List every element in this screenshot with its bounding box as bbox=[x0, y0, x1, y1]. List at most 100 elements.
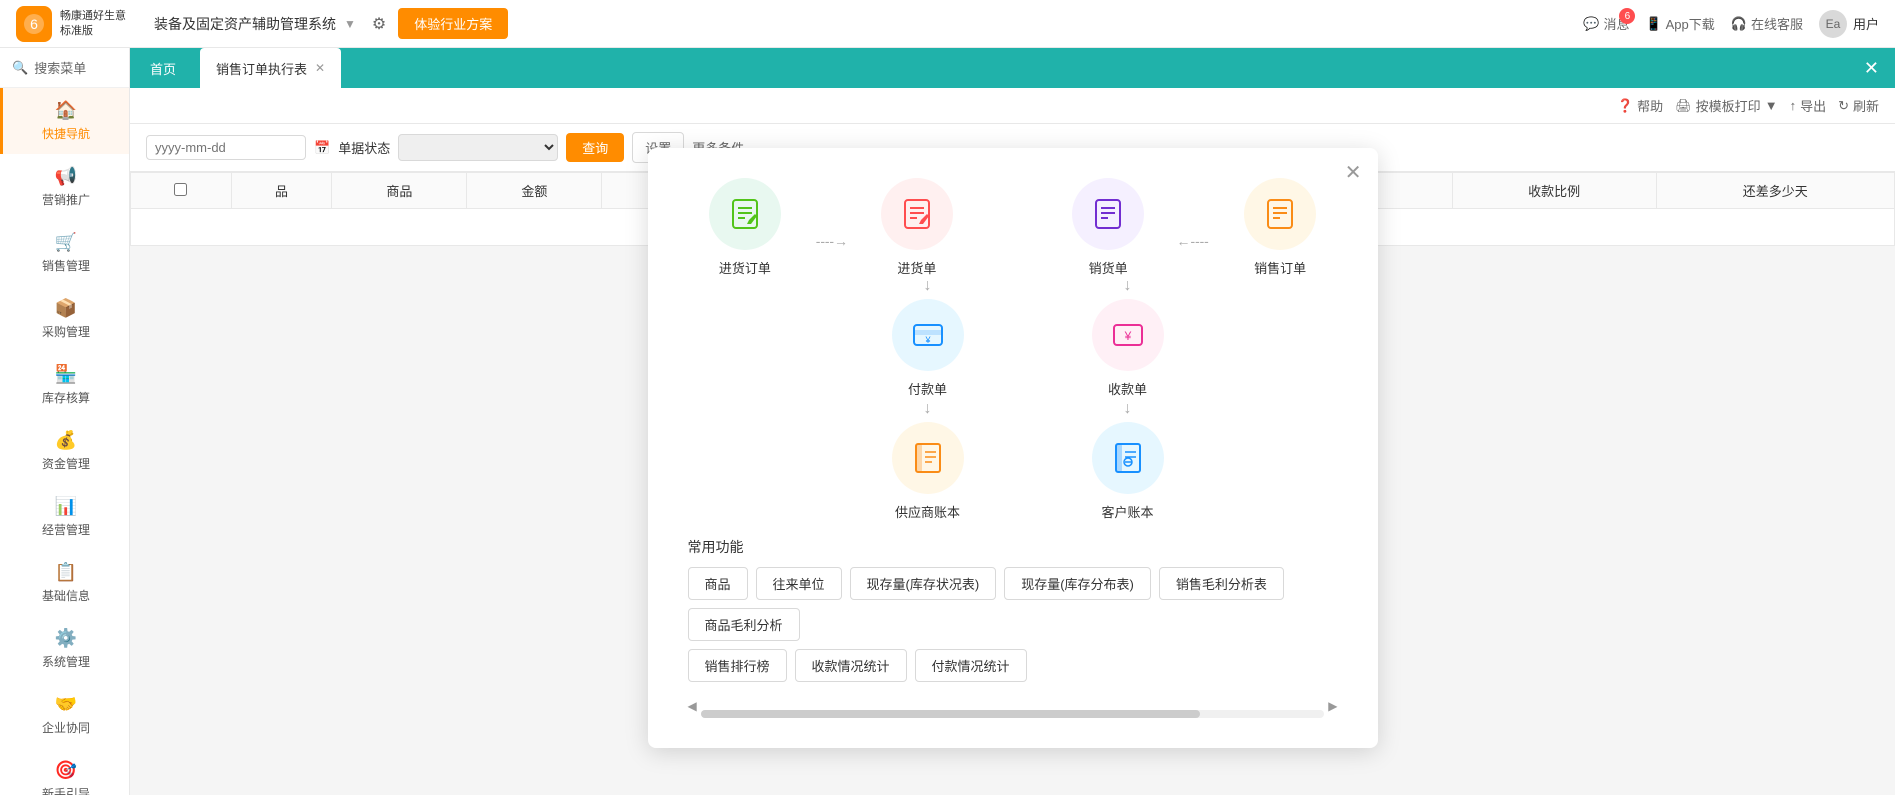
finance-icon: 💰 bbox=[55, 430, 77, 451]
flow-node-sales-bill[interactable]: 销货单 bbox=[1051, 178, 1166, 277]
top-bar: 6 畅康通好生意 标准版 装备及固定资产辅助管理系统 ▼ ⚙ 体验行业方案 💬 … bbox=[0, 0, 1895, 48]
logo-text: 畅康通好生意 标准版 bbox=[60, 9, 126, 38]
sidebar-item-sales[interactable]: 🛒 销售管理 bbox=[0, 220, 129, 286]
supplier-ledger-icon bbox=[892, 422, 964, 494]
gear-icon[interactable]: ⚙ bbox=[372, 14, 386, 34]
arrow-sales-order-to-bill: - - - - → bbox=[1165, 233, 1222, 249]
modal-scroll-bar[interactable] bbox=[701, 710, 1325, 718]
modal: ✕ 进货订单 bbox=[648, 148, 1378, 748]
sidebar-item-finance[interactable]: 💰 资金管理 bbox=[0, 418, 129, 484]
common-funcs-title: 常用功能 bbox=[688, 537, 1338, 557]
sidebar: 🔍 搜索菜单 🏠 快捷导航 📢 营销推广 🛒 销售管理 📦 采购管理 🏪 bbox=[0, 48, 130, 795]
func-btn-receipt-stats[interactable]: 收款情况统计 bbox=[795, 649, 907, 682]
trial-button[interactable]: 体验行业方案 bbox=[398, 8, 508, 39]
purchase-bill-icon bbox=[881, 178, 953, 250]
inventory-icon: 🏪 bbox=[55, 364, 77, 385]
supplier-ledger-label: 供应商账本 bbox=[895, 502, 960, 521]
system-title-area: 装备及固定资产辅助管理系统 ▼ ⚙ bbox=[154, 14, 386, 34]
message-button[interactable]: 💬 消息 6 bbox=[1583, 14, 1629, 33]
app-download-button[interactable]: 📱 App下载 bbox=[1645, 14, 1714, 33]
system-title-text: 装备及固定资产辅助管理系统 bbox=[154, 14, 336, 34]
system-dropdown-arrow[interactable]: ▼ bbox=[344, 17, 356, 31]
flow-node-purchase-order[interactable]: 进货订单 bbox=[688, 178, 803, 277]
sidebar-item-system[interactable]: ⚙️ 系统管理 bbox=[0, 616, 129, 682]
func-btn-payment-stats[interactable]: 付款情况统计 bbox=[915, 649, 1027, 682]
receipt-bill-label: 收款单 bbox=[1108, 379, 1147, 398]
arrow-down-payment: ↓ bbox=[924, 400, 932, 418]
message-icon: 💬 bbox=[1583, 16, 1599, 32]
tab-sales-order[interactable]: 销售订单执行表 ✕ bbox=[200, 48, 341, 88]
sidebar-item-operations[interactable]: 📊 经营管理 bbox=[0, 484, 129, 550]
purchase-icon: 📦 bbox=[55, 298, 77, 319]
flow-node-receipt-bill[interactable]: ¥ 收款单 bbox=[1068, 299, 1188, 398]
beginner-icon: 🎯 bbox=[55, 760, 77, 781]
sales-bill-label: 销货单 bbox=[1089, 258, 1128, 277]
logo-area: 6 畅康通好生意 标准版 bbox=[16, 6, 146, 42]
flow-node-purchase-bill[interactable]: 进货单 bbox=[860, 178, 975, 277]
flow-node-sales-order[interactable]: 销售订单 bbox=[1223, 178, 1338, 277]
func-row-1: 商品 往来单位 现存量(库存状况表) 现存量(库存分布表) 销售毛利分析表 商品… bbox=[688, 567, 1338, 641]
scroll-right-arrow[interactable]: ▶ bbox=[1328, 699, 1337, 713]
flow-node-payment-bill[interactable]: ¥ 付款单 bbox=[868, 299, 988, 398]
sales-order-label: 销售订单 bbox=[1254, 258, 1306, 277]
download-icon: 📱 bbox=[1645, 16, 1661, 32]
func-btn-stock-dist[interactable]: 现存量(库存分布表) bbox=[1004, 567, 1151, 600]
payment-bill-icon: ¥ bbox=[892, 299, 964, 371]
system-icon: ⚙️ bbox=[55, 628, 77, 649]
func-btn-product[interactable]: 商品 bbox=[688, 567, 748, 600]
user-area[interactable]: Ea 用户 bbox=[1819, 10, 1879, 38]
sidebar-item-purchase[interactable]: 📦 采购管理 bbox=[0, 286, 129, 352]
search-menu-button[interactable]: 🔍 搜索菜单 bbox=[0, 48, 129, 88]
common-funcs: 常用功能 商品 往来单位 现存量(库存状况表) 现存量(库存分布表) 销售毛利分… bbox=[688, 537, 1338, 682]
tab-bar: 首页 销售订单执行表 ✕ ✕ bbox=[130, 48, 1895, 88]
sidebar-item-marketing[interactable]: 📢 营销推广 bbox=[0, 154, 129, 220]
enterprise-icon: 🤝 bbox=[55, 694, 77, 715]
online-service-button[interactable]: 🎧 在线客服 bbox=[1731, 14, 1803, 33]
arrow-purchase-to-bill: - - - - → bbox=[802, 233, 859, 249]
message-badge: 6 bbox=[1619, 8, 1635, 24]
arrow-down-purchase: ↓ bbox=[924, 277, 932, 295]
func-btn-partner[interactable]: 往来单位 bbox=[756, 567, 842, 600]
marketing-icon: 📢 bbox=[55, 166, 77, 187]
flow-node-supplier-ledger[interactable]: 供应商账本 bbox=[868, 422, 988, 521]
sidebar-item-quick-nav[interactable]: 🏠 快捷导航 bbox=[0, 88, 129, 154]
tab-home[interactable]: 首页 bbox=[130, 48, 196, 88]
modal-close-button[interactable]: ✕ bbox=[1345, 160, 1362, 185]
page-content: ❓ 帮助 🖨 按模板打印 ▼ ↑ 导出 ↻ 刷新 bbox=[130, 88, 1895, 795]
svg-text:¥: ¥ bbox=[1123, 329, 1131, 343]
arrow-down-receipt: ↓ bbox=[1124, 400, 1132, 418]
avatar: Ea bbox=[1819, 10, 1847, 38]
app-container: 6 畅康通好生意 标准版 装备及固定资产辅助管理系统 ▼ ⚙ 体验行业方案 💬 … bbox=[0, 0, 1895, 795]
top-right-area: 💬 消息 6 📱 App下载 🎧 在线客服 Ea 用户 bbox=[1583, 10, 1879, 38]
flow-node-customer-ledger[interactable]: 客户账本 bbox=[1068, 422, 1188, 521]
sidebar-item-beginner[interactable]: 🎯 新手引导 bbox=[0, 748, 129, 795]
search-icon: 🔍 bbox=[12, 60, 28, 76]
func-btn-sales-rank[interactable]: 销售排行榜 bbox=[688, 649, 787, 682]
arrow-down-sales: ↓ bbox=[1124, 277, 1132, 295]
main-area: 🔍 搜索菜单 🏠 快捷导航 📢 营销推广 🛒 销售管理 📦 采购管理 🏪 bbox=[0, 48, 1895, 795]
func-btn-sales-gross[interactable]: 销售毛利分析表 bbox=[1159, 567, 1284, 600]
sales-icon: 🛒 bbox=[55, 232, 77, 253]
scroll-row: ◀ ▶ bbox=[688, 694, 1338, 718]
svg-text:¥: ¥ bbox=[924, 335, 931, 345]
modal-overlay: ✕ 进货订单 bbox=[130, 88, 1895, 795]
content-area: 首页 销售订单执行表 ✕ ✕ ❓ 帮助 🖨 按模板打印 bbox=[130, 48, 1895, 795]
flow-diagram: 进货订单 - - - - → 进货单 bbox=[688, 178, 1338, 521]
sidebar-item-enterprise[interactable]: 🤝 企业协同 bbox=[0, 682, 129, 748]
sales-order-icon bbox=[1244, 178, 1316, 250]
func-btn-product-gross[interactable]: 商品毛利分析 bbox=[688, 608, 800, 641]
tab-close-icon[interactable]: ✕ bbox=[315, 61, 325, 75]
service-icon: 🎧 bbox=[1731, 16, 1747, 32]
sidebar-item-inventory[interactable]: 🏪 库存核算 bbox=[0, 352, 129, 418]
receipt-bill-icon: ¥ bbox=[1092, 299, 1164, 371]
basic-info-icon: 📋 bbox=[55, 562, 77, 583]
modal-scroll-thumb bbox=[701, 710, 1200, 718]
func-btn-stock-status[interactable]: 现存量(库存状况表) bbox=[850, 567, 997, 600]
tab-bar-close-icon[interactable]: ✕ bbox=[1864, 58, 1879, 79]
svg-text:6: 6 bbox=[30, 16, 38, 32]
scroll-left-arrow[interactable]: ◀ bbox=[688, 699, 697, 713]
operations-icon: 📊 bbox=[55, 496, 77, 517]
sales-bill-icon bbox=[1072, 178, 1144, 250]
customer-ledger-icon bbox=[1092, 422, 1164, 494]
sidebar-item-basic-info[interactable]: 📋 基础信息 bbox=[0, 550, 129, 616]
